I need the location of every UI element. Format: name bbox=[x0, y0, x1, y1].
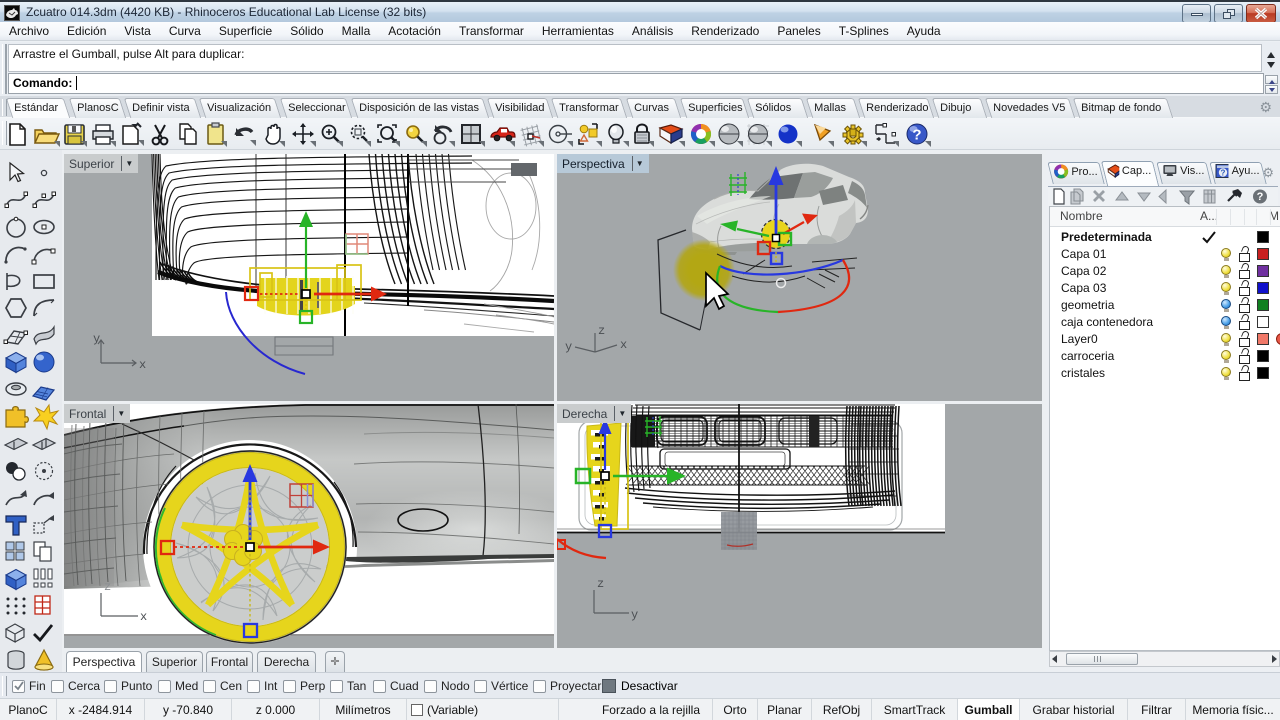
svg-text:?: ? bbox=[912, 127, 921, 144]
svg-text:x: x bbox=[139, 358, 146, 372]
svg-text:?: ? bbox=[1257, 191, 1264, 203]
svg-text:y: y bbox=[631, 608, 638, 622]
svg-text:y: y bbox=[565, 340, 572, 354]
svg-text:x: x bbox=[620, 338, 627, 352]
svg-text:z: z bbox=[104, 580, 111, 594]
svg-text:y: y bbox=[93, 332, 100, 346]
svg-text:z: z bbox=[597, 577, 604, 591]
svg-text:z: z bbox=[598, 324, 605, 338]
svg-text:?: ? bbox=[1221, 169, 1226, 178]
svg-text:x: x bbox=[140, 610, 147, 624]
